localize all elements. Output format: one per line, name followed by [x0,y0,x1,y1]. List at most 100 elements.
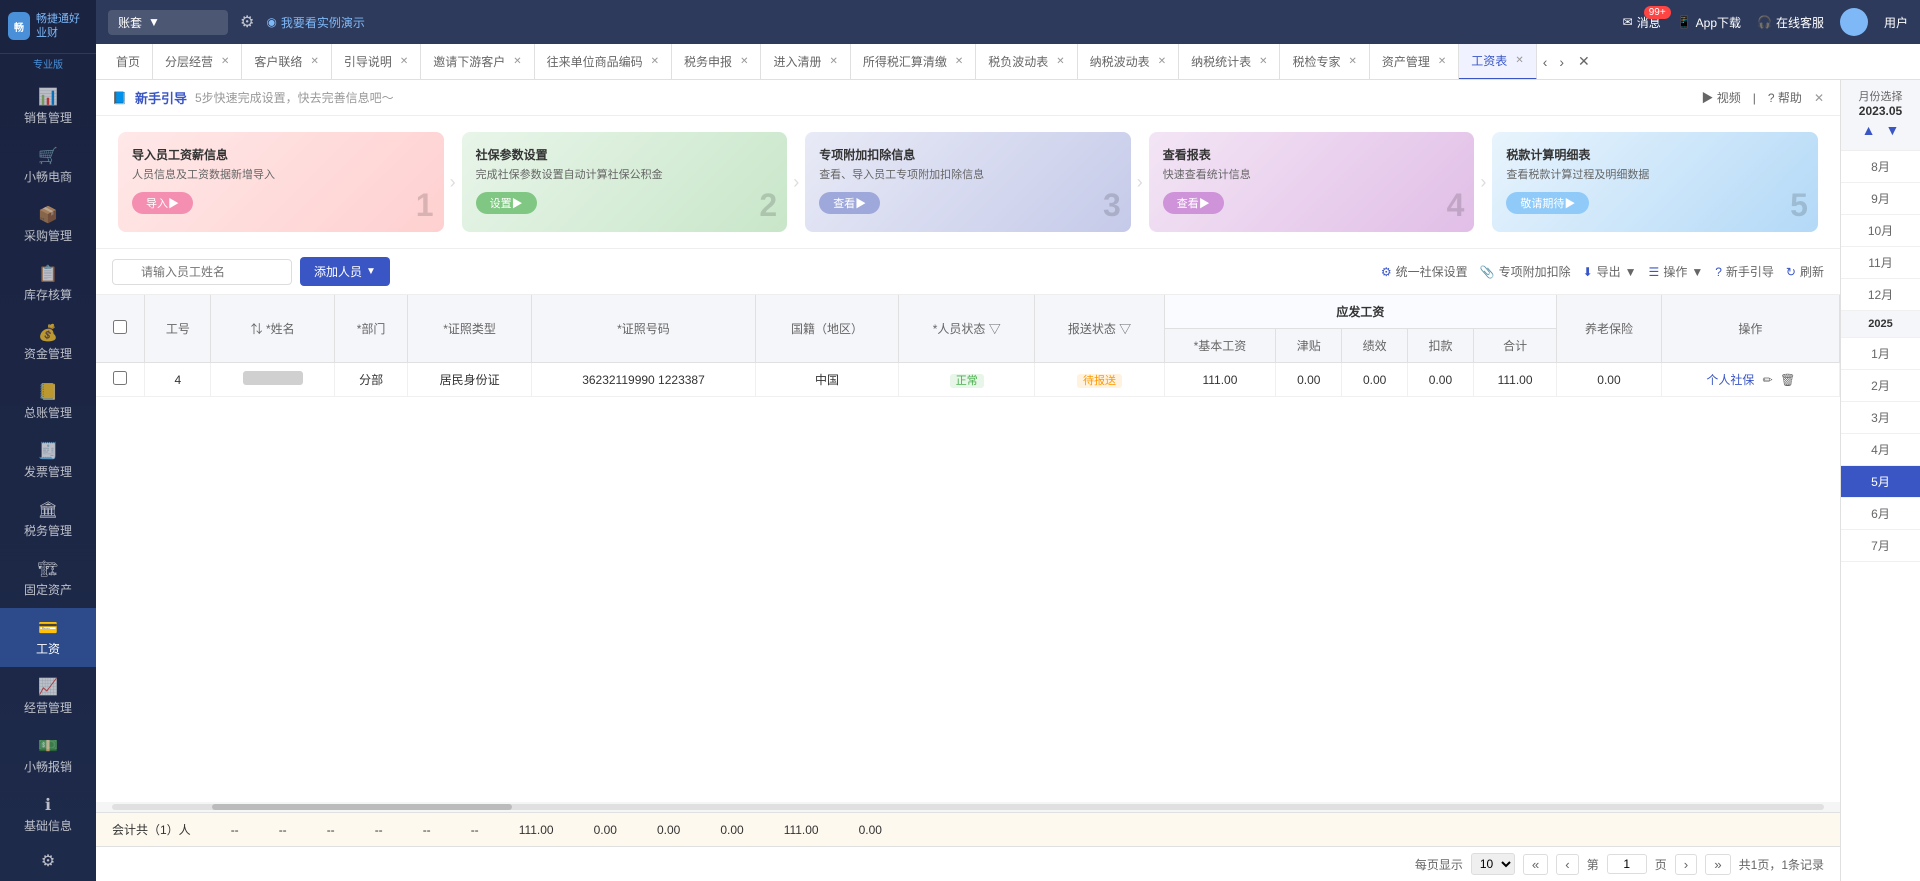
tab-分层经营[interactable]: 分层经营✕ [153,44,242,80]
settings-icon[interactable]: ⚙ [0,841,96,881]
sidebar-item-小畅报销[interactable]: 💵小畅报销 [0,726,96,785]
tab-资产管理[interactable]: 资产管理✕ [1370,44,1459,80]
step-btn-1[interactable]: 设置▶ [476,192,537,214]
demo-link[interactable]: ◉ 我要看实例演示 [266,14,365,31]
sidebar-item-资金管理[interactable]: 💰资金管理 [0,313,96,372]
sidebar-item-小畅电商[interactable]: 🛒小畅电商 [0,136,96,195]
tab-prev-button[interactable]: ‹ [1537,44,1554,80]
scroll-thumb[interactable] [212,804,512,810]
tab-close-icon[interactable]: ✕ [1056,56,1064,67]
export-button[interactable]: ⬇ 导出 ▼ [1583,263,1637,280]
month-item-10月[interactable]: 10月 [1841,215,1920,247]
month-item-12月[interactable]: 12月 [1841,279,1920,311]
tab-close-icon[interactable]: ✕ [1438,56,1446,67]
tab-close-icon[interactable]: ✕ [1515,55,1523,66]
tab-close-icon[interactable]: ✕ [955,56,963,67]
month-item-5月[interactable]: 5月 [1841,466,1920,498]
page-size-select[interactable]: 10 20 50 [1471,853,1515,875]
special-deduction-button[interactable]: 📎 专项附加扣除 [1480,263,1571,280]
step-btn-2[interactable]: 查看▶ [819,192,880,214]
month-item-6月[interactable]: 6月 [1841,498,1920,530]
select-all-checkbox[interactable] [113,320,127,334]
sidebar-item-采购管理[interactable]: 📦采购管理 [0,195,96,254]
account-dropdown[interactable]: 账套 ▼ [108,10,228,35]
tab-引导说明[interactable]: 引导说明✕ [332,44,421,80]
month-item-11月[interactable]: 11月 [1841,247,1920,279]
avatar[interactable] [1840,8,1868,36]
month-prev-icon[interactable]: ▲ [1862,122,1876,138]
month-item-7月[interactable]: 7月 [1841,530,1920,562]
tab-税务申报[interactable]: 税务申报✕ [672,44,761,80]
guide-button[interactable]: ? 新手引导 [1715,263,1774,280]
tab-往来单位商品编码[interactable]: 往来单位商品编码✕ [535,44,672,80]
horizontal-scrollbar[interactable] [96,802,1840,812]
next-page-button[interactable]: › [1675,854,1697,875]
row-checkbox-0[interactable] [113,371,127,385]
tab-税检专家[interactable]: 税检专家✕ [1280,44,1369,80]
username-label[interactable]: 用户 [1884,14,1908,31]
filter-icon[interactable]: ▽ [989,322,1001,336]
search-input[interactable] [112,259,292,285]
operations-button[interactable]: ☰ 操作 ▼ [1649,263,1704,280]
tab-所得税汇算清缴[interactable]: 所得税汇算清缴✕ [851,44,976,80]
tab-next-button[interactable]: › [1553,44,1570,80]
tab-税负波动表[interactable]: 税负波动表 ✕ [976,44,1077,80]
guide-video-link[interactable]: ▶ 视频 [1701,89,1740,106]
step-btn-3[interactable]: 查看▶ [1163,192,1224,214]
delete-icon[interactable]: 🗑 [1780,373,1795,387]
sidebar-item-工资[interactable]: 💳工资 [0,608,96,667]
tab-邀请下游客户[interactable]: 邀请下游客户✕ [421,44,534,80]
month-next-icon[interactable]: ▼ [1886,122,1900,138]
page-input[interactable] [1607,854,1647,874]
tab-close-all-button[interactable]: ✕ [1570,44,1598,80]
tab-close-icon[interactable]: ✕ [1349,56,1357,67]
tab-close-icon[interactable]: ✕ [651,56,659,67]
tab-客户联络[interactable]: 客户联络✕ [242,44,331,80]
step-btn-0[interactable]: 导入▶ [132,192,193,214]
tab-close-icon[interactable]: ✕ [1259,56,1267,67]
tab-label: 税负波动表 [988,53,1048,70]
tab-close-icon[interactable]: ✕ [829,56,837,67]
sidebar-item-固定资产[interactable]: 🏗固定资产 [0,549,96,608]
prev-page-button[interactable]: ‹ [1556,854,1578,875]
month-item-9月[interactable]: 9月 [1841,183,1920,215]
tab-close-icon[interactable]: ✕ [400,56,408,67]
month-item-1月[interactable]: 1月 [1841,338,1920,370]
first-page-button[interactable]: « [1523,854,1548,875]
tab-纳税波动表[interactable]: 纳税波动表✕ [1078,44,1179,80]
sidebar-item-基础信息[interactable]: ℹ基础信息 [0,785,96,841]
sidebar-item-销售管理[interactable]: 📊销售管理 [0,77,96,136]
tab-close-icon[interactable]: ✕ [1158,56,1166,67]
month-item-3月[interactable]: 3月 [1841,402,1920,434]
message-button[interactable]: ✉ 消息 99+ [1623,14,1661,31]
tab-进入清册[interactable]: 进入清册✕ [761,44,850,80]
app-download-button[interactable]: 📱 App下载 [1677,14,1741,31]
last-page-button[interactable]: » [1705,854,1730,875]
step-btn-4[interactable]: 敬请期待▶ [1506,192,1589,214]
add-person-button[interactable]: 添加人员 ▼ [300,257,390,286]
tab-首页[interactable]: 首页 [104,44,153,80]
filter2-icon[interactable]: ▽ [1119,322,1131,336]
tab-close-icon[interactable]: ✕ [221,56,229,67]
sidebar-item-发票管理[interactable]: 🧾发票管理 [0,431,96,490]
refresh-button[interactable]: ↻ 刷新 [1786,263,1824,280]
month-item-2月[interactable]: 2月 [1841,370,1920,402]
personal-tax-link[interactable]: 个人社保 [1706,373,1754,387]
tab-工资表[interactable]: 工资表✕ [1459,44,1536,80]
sidebar-item-总账管理[interactable]: 📒总账管理 [0,372,96,431]
sidebar-item-税务管理[interactable]: 🏛税务管理 [0,490,96,549]
tab-close-icon[interactable]: ✕ [740,56,748,67]
online-service-button[interactable]: 🎧 在线客服 [1757,14,1824,31]
sidebar-item-库存核算[interactable]: 📋库存核算 [0,254,96,313]
month-item-8月[interactable]: 8月 [1841,151,1920,183]
sidebar-item-经营管理[interactable]: 📈经营管理 [0,667,96,726]
tab-close-icon[interactable]: ✕ [513,56,521,67]
month-item-4月[interactable]: 4月 [1841,434,1920,466]
guide-close-button[interactable]: ✕ [1814,91,1824,105]
edit-icon[interactable]: ✏ [1763,373,1773,387]
tab-纳税统计表[interactable]: 纳税统计表✕ [1179,44,1280,80]
unified-settings-button[interactable]: ⚙ 统一社保设置 [1381,263,1468,280]
settings-gear-icon[interactable]: ⚙ [240,12,254,32]
guide-help-link[interactable]: ? 帮助 [1768,89,1802,106]
tab-close-icon[interactable]: ✕ [310,56,318,67]
